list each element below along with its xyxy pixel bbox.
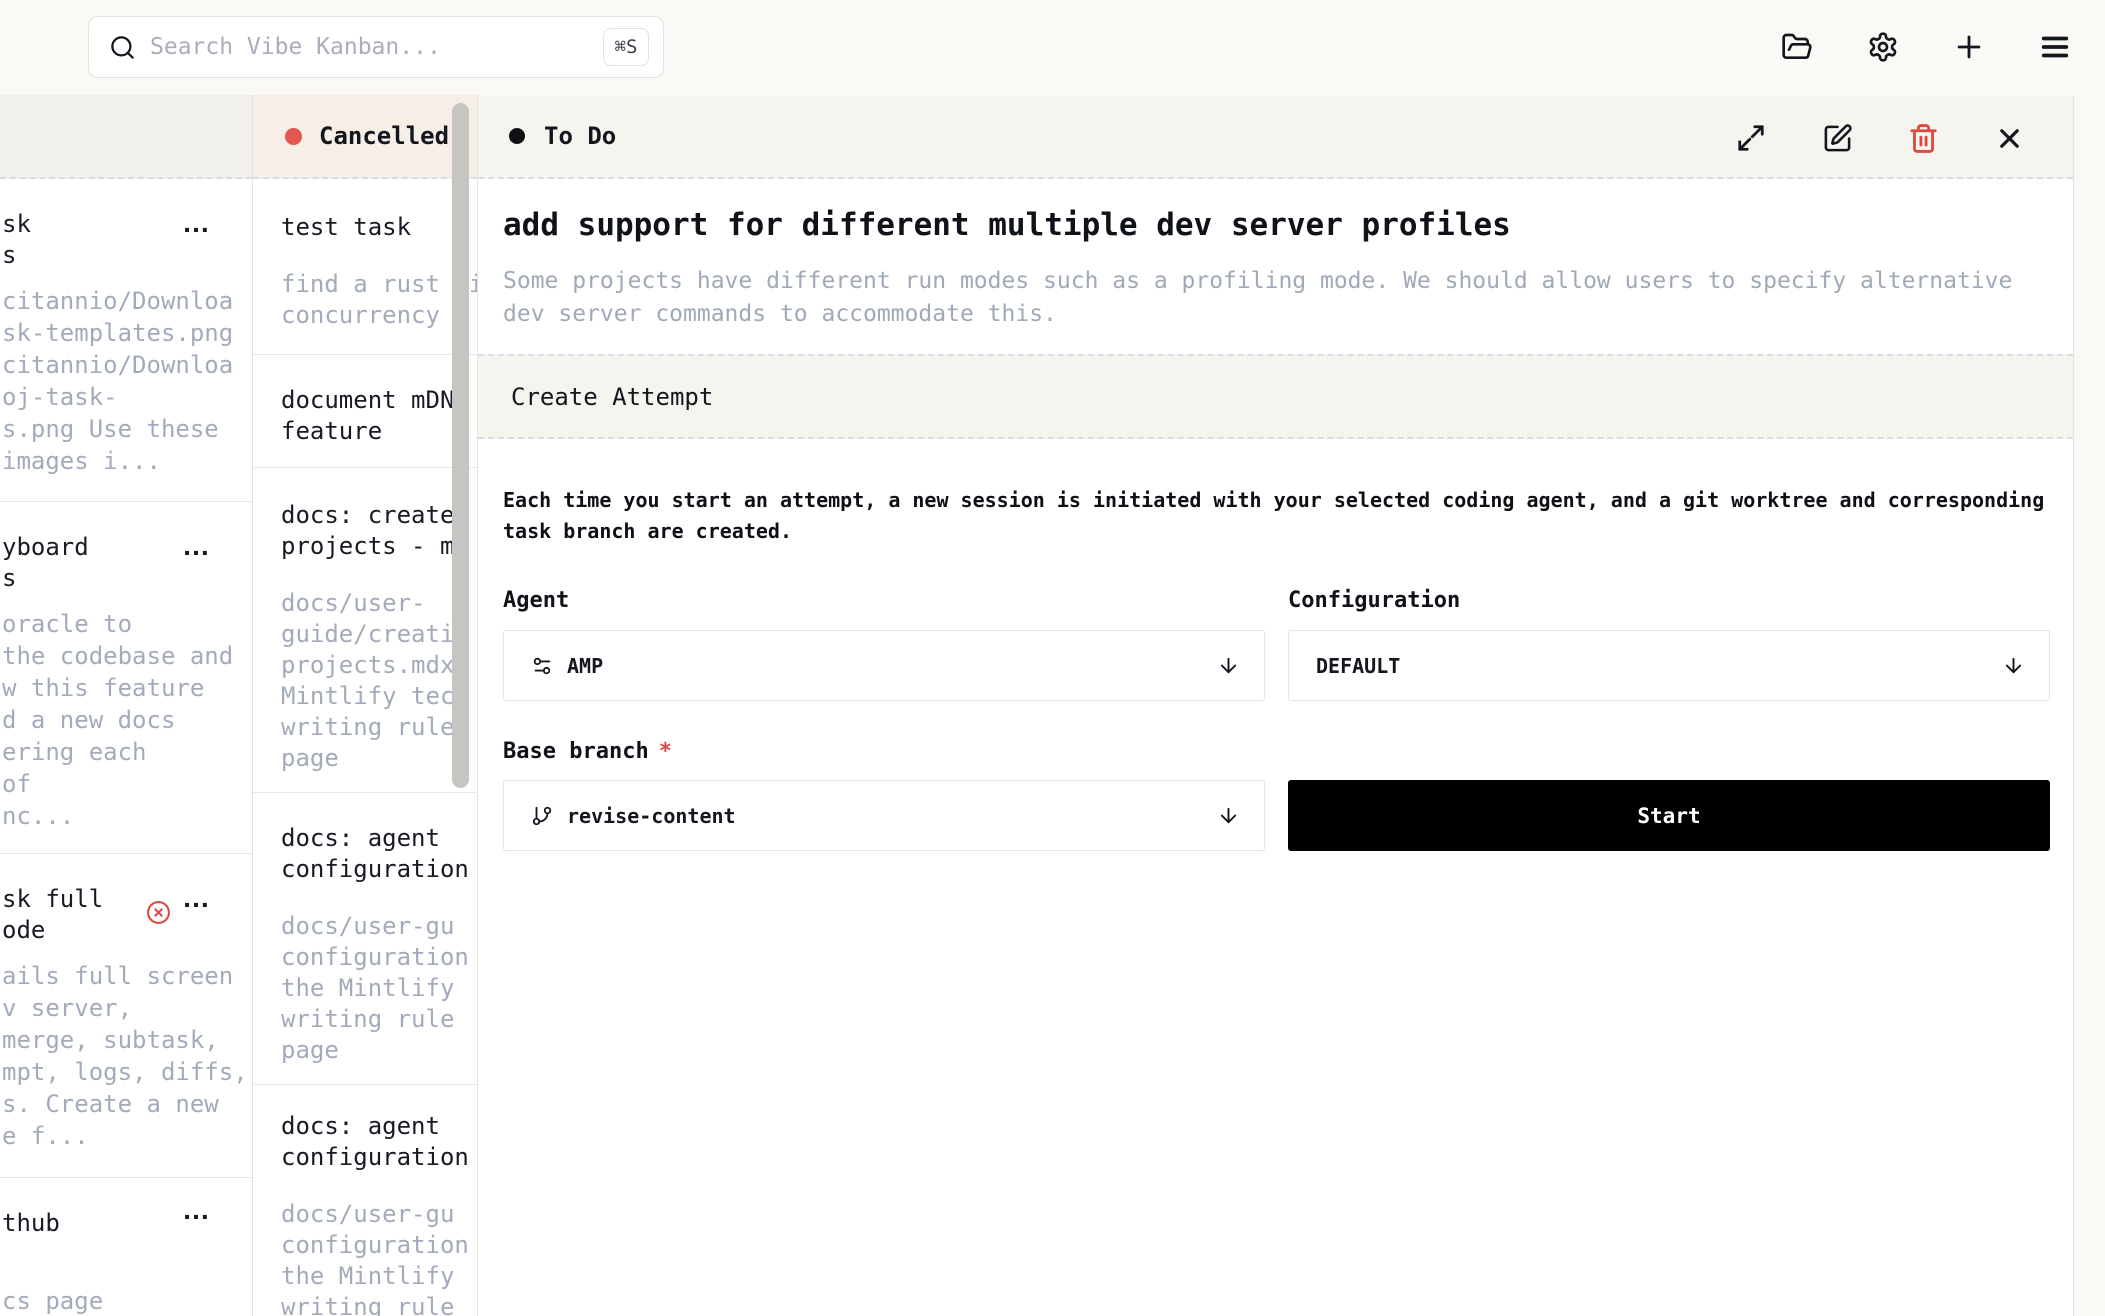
card-menu-button[interactable]: … (182, 532, 210, 560)
agent-label: Agent (503, 588, 570, 613)
required-asterisk: * (658, 739, 672, 764)
close-panel-button[interactable] (1991, 120, 2027, 156)
card-description: docs/user-gu configuration the Mintlify … (281, 1200, 469, 1316)
configuration-value: DEFAULT (1316, 653, 1401, 678)
task-detail-panel: To Do add support for different multiple… (477, 95, 2074, 1316)
delete-task-button[interactable] (1905, 120, 1941, 156)
configuration-select[interactable]: DEFAULT (1288, 630, 2050, 701)
task-card[interactable]: document mDNS feature (253, 355, 477, 468)
agent-sliders-icon (531, 655, 553, 677)
search-input[interactable] (150, 34, 603, 60)
kanban-column-cancelled: Cancelled test task find a rust fi concu… (253, 95, 477, 1316)
panel-actions (1733, 120, 2027, 156)
cancelled-status-button[interactable] (146, 900, 171, 925)
section-title: Create Attempt (511, 382, 714, 411)
expand-button[interactable] (1733, 120, 1769, 156)
todo-dot-icon (509, 128, 525, 144)
add-task-button[interactable] (1951, 29, 1987, 65)
circle-x-icon (146, 900, 171, 925)
card-description: docs/user-gu configuration the Mintlify … (281, 912, 469, 1064)
task-description: Some projects have different run modes s… (503, 268, 2013, 327)
menu-icon (2038, 30, 2072, 64)
expand-icon (1736, 123, 1766, 153)
task-card[interactable]: docs: agent configuration docs/user-gu c… (253, 1085, 477, 1316)
git-branch-icon (531, 805, 553, 827)
base-branch-label: Base branch * (503, 739, 672, 764)
card-description: find a rust fi concurrency i (281, 270, 477, 329)
folder-open-icon (1781, 31, 1813, 63)
kanban-board: sk s citannio/Downloa sk-templates.png c… (0, 95, 2105, 1316)
task-card[interactable]: sk s citannio/Downloa sk-templates.png c… (0, 179, 252, 502)
column-title: Cancelled (319, 122, 450, 150)
base-branch-select[interactable]: revise-content (503, 780, 1265, 851)
search-icon (109, 34, 136, 61)
settings-gear-icon (1867, 31, 1899, 63)
task-card[interactable]: docs: agent configuration docs/user-gu c… (253, 793, 477, 1085)
card-title: docs: agent configuration (281, 824, 469, 883)
chevron-down-icon (2002, 654, 2025, 677)
task-title: add support for different multiple dev s… (503, 207, 1511, 243)
ellipsis-icon: … (182, 207, 210, 238)
agent-select[interactable]: AMP (503, 630, 1265, 701)
base-branch-value: revise-content (567, 803, 736, 828)
card-description: oracle to the codebase and w this featur… (2, 610, 234, 830)
card-menu-button[interactable]: … (182, 1196, 210, 1224)
task-card[interactable]: docs: create projects - mu docs/user- gu… (253, 468, 477, 793)
task-card[interactable]: test task find a rust fi concurrency i (253, 179, 477, 355)
card-title: docs: create projects - mu (281, 501, 469, 560)
configuration-label: Configuration (1288, 588, 1461, 613)
agent-value: AMP (567, 653, 604, 678)
card-menu-button[interactable]: … (182, 884, 210, 912)
edit-icon (1822, 123, 1853, 154)
topbar-actions (1779, 29, 2073, 65)
task-status-header: To Do (478, 95, 2073, 179)
column-header-left (0, 95, 252, 179)
card-title: test task (281, 213, 412, 241)
edit-task-button[interactable] (1819, 120, 1855, 156)
create-attempt-section-header: Create Attempt (478, 354, 2073, 439)
search-box[interactable]: ⌘S (88, 16, 664, 78)
task-card[interactable]: sk full ode ails full screen v server, m… (0, 854, 252, 1178)
task-card[interactable]: yboard s oracle to the codebase and w th… (0, 502, 252, 854)
chevron-down-icon (1217, 654, 1240, 677)
ellipsis-icon: … (182, 1194, 210, 1225)
close-icon (1994, 123, 2025, 154)
task-status-label: To Do (544, 122, 617, 150)
trash-icon (1908, 123, 1939, 154)
chevron-down-icon (1217, 804, 1240, 827)
card-description: citannio/Downloa sk-templates.png citann… (2, 287, 234, 475)
open-project-button[interactable] (1779, 29, 1815, 65)
card-menu-button[interactable]: … (182, 209, 210, 237)
start-button[interactable]: Start (1288, 780, 2050, 851)
task-card[interactable]: thub cs page … (0, 1178, 252, 1316)
kanban-column-left: sk s citannio/Downloa sk-templates.png c… (0, 95, 253, 1316)
menu-button[interactable] (2037, 29, 2073, 65)
card-description: cs page (2, 1287, 104, 1315)
card-description: ails full screen v server, merge, subtas… (2, 962, 248, 1150)
settings-button[interactable] (1865, 29, 1901, 65)
card-description: docs/user- guide/creati projects.mdx Min… (281, 589, 455, 772)
column-header-cancelled: Cancelled (253, 95, 477, 179)
create-attempt-info: Each time you start an attempt, a new se… (503, 488, 2045, 543)
search-shortcut-badge: ⌘S (603, 28, 649, 66)
topbar: ⌘S (0, 0, 2105, 95)
ellipsis-icon: … (182, 882, 210, 913)
card-title: document mDNS feature (281, 386, 469, 445)
card-title: docs: agent configuration (281, 1112, 469, 1171)
cancelled-dot-icon (285, 127, 302, 145)
ellipsis-icon: … (182, 530, 210, 561)
column-scrollbar-thumb[interactable] (452, 103, 469, 788)
plus-icon (1952, 30, 1986, 64)
